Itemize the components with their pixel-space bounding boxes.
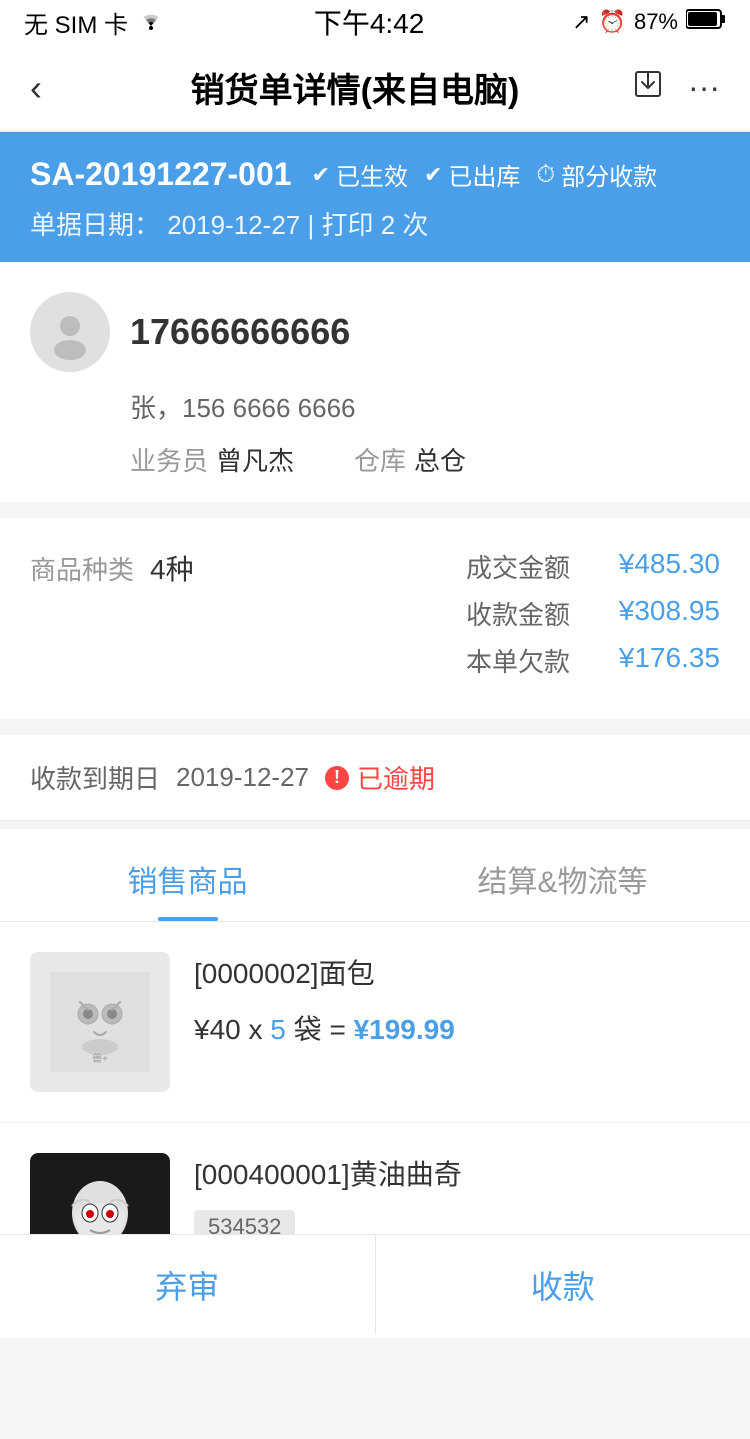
sales-label: 业务员 — [130, 441, 208, 478]
product-image-1: 兽+ — [30, 952, 170, 1092]
warehouse-name: 总仓 — [414, 441, 466, 478]
check-icon-2: ✔ — [424, 162, 442, 188]
bottom-bar: 弃审 收款 — [0, 1234, 750, 1334]
due-section: 收款到期日 2019-12-27 ! 已逾期 — [0, 735, 750, 821]
summary-row: 商品种类 4种 成交金额 ¥485.30 收款金额 ¥308.95 本单欠款 ¥… — [30, 548, 720, 689]
status-partial: ⏱ 部分收款 — [536, 157, 657, 192]
status-bar: 无 SIM 卡 下午4:42 ↗ ⏰ 87% — [0, 0, 750, 44]
sales-name: 曾凡杰 — [216, 441, 294, 478]
overdue-badge: ! 已逾期 — [325, 759, 435, 796]
tab-settlement[interactable]: 结算&物流等 — [375, 829, 750, 921]
product-info-1: [0000002]面包 ¥40 x 5 袋 = ¥199.99 — [194, 952, 720, 1048]
wifi-icon — [136, 8, 166, 37]
sim-status: 无 SIM 卡 — [24, 5, 128, 40]
more-icon[interactable]: ··· — [688, 69, 720, 106]
debt-label: 本单欠款 — [466, 642, 570, 679]
product-name-2: [000400001]黄油曲奇 — [194, 1153, 720, 1193]
page-title: 销货单详情(来自电脑) — [90, 63, 620, 112]
summary-right: 成交金额 ¥485.30 收款金额 ¥308.95 本单欠款 ¥176.35 — [466, 548, 720, 689]
product-count-item: 商品种类 4种 — [30, 548, 194, 588]
product-placeholder-1: 兽+ — [30, 952, 170, 1092]
product-name-1: [0000002]面包 — [194, 952, 720, 992]
product-total-1: ¥199.99 — [354, 1014, 455, 1045]
status-right: ↗ ⏰ 87% — [572, 8, 726, 36]
customer-contact: 张，156 6666 6666 — [30, 388, 720, 425]
product-price-1: ¥40 x 5 袋 = ¥199.99 — [194, 1008, 720, 1048]
list-item: 兽+ [0000002]面包 ¥40 x 5 袋 = ¥199.99 — [0, 922, 750, 1123]
clock-icon: ⏱ — [536, 161, 555, 189]
product-count: 4种 — [150, 548, 194, 588]
debt-value: ¥176.35 — [600, 642, 720, 679]
back-button[interactable]: ‹ — [30, 67, 90, 109]
order-id: SA-20191227-001 — [30, 156, 292, 193]
status-shipped: ✔ 已出库 — [424, 157, 520, 192]
battery-level: 87% — [634, 9, 678, 35]
cancel-review-button[interactable]: 弃审 — [0, 1235, 376, 1334]
customer-section: 17666666666 张，156 6666 6666 业务员 曾凡杰 仓库 总… — [0, 262, 750, 502]
avatar — [30, 292, 110, 372]
status-left: 无 SIM 卡 — [24, 5, 166, 40]
nav-actions: ··· — [620, 68, 720, 108]
status-badges: ✔ 已生效 ✔ 已出库 ⏱ 部分收款 — [312, 157, 658, 192]
battery-icon — [686, 8, 726, 36]
collect-payment-button[interactable]: 收款 — [376, 1235, 750, 1334]
check-icon: ✔ — [312, 162, 330, 188]
location-icon: ↗ — [572, 9, 590, 35]
order-date-line: 单据日期： 2019-12-27 | 打印 2 次 — [30, 205, 720, 242]
product-qty-1: 5 — [270, 1014, 286, 1045]
received-label: 收款金额 — [466, 595, 570, 632]
customer-meta: 业务员 曾凡杰 仓库 总仓 — [30, 441, 720, 478]
overdue-icon: ! — [325, 766, 349, 790]
nav-bar: ‹ 销货单详情(来自电脑) ··· — [0, 44, 750, 132]
summary-left: 商品种类 4种 — [30, 548, 194, 588]
tabs-section: 销售商品 结算&物流等 — [0, 829, 750, 922]
customer-name: 17666666666 — [130, 311, 350, 353]
deal-amount-label: 成交金额 — [466, 548, 570, 585]
summary-section: 商品种类 4种 成交金额 ¥485.30 收款金额 ¥308.95 本单欠款 ¥… — [0, 518, 750, 719]
share-icon[interactable] — [632, 68, 664, 108]
tab-products[interactable]: 销售商品 — [0, 829, 375, 921]
status-time: 下午4:42 — [314, 2, 425, 42]
svg-text:兽+: 兽+ — [92, 1052, 108, 1065]
debt-row: 本单欠款 ¥176.35 — [466, 642, 720, 679]
received-value: ¥308.95 — [600, 595, 720, 632]
due-date: 2019-12-27 — [176, 762, 309, 793]
customer-top: 17666666666 — [30, 292, 720, 372]
product-type-label: 商品种类 — [30, 550, 134, 587]
alarm-icon: ⏰ — [599, 9, 626, 35]
received-row: 收款金额 ¥308.95 — [466, 595, 720, 632]
order-header: SA-20191227-001 ✔ 已生效 ✔ 已出库 ⏱ 部分收款 单据日期：… — [0, 132, 750, 262]
overdue-text: 已逾期 — [357, 759, 435, 796]
status-effective: ✔ 已生效 — [312, 157, 408, 192]
deal-amount-row: 成交金额 ¥485.30 — [466, 548, 720, 585]
deal-amount-value: ¥485.30 — [600, 548, 720, 585]
due-label: 收款到期日 — [30, 759, 160, 796]
warehouse-label: 仓库 — [354, 441, 406, 478]
